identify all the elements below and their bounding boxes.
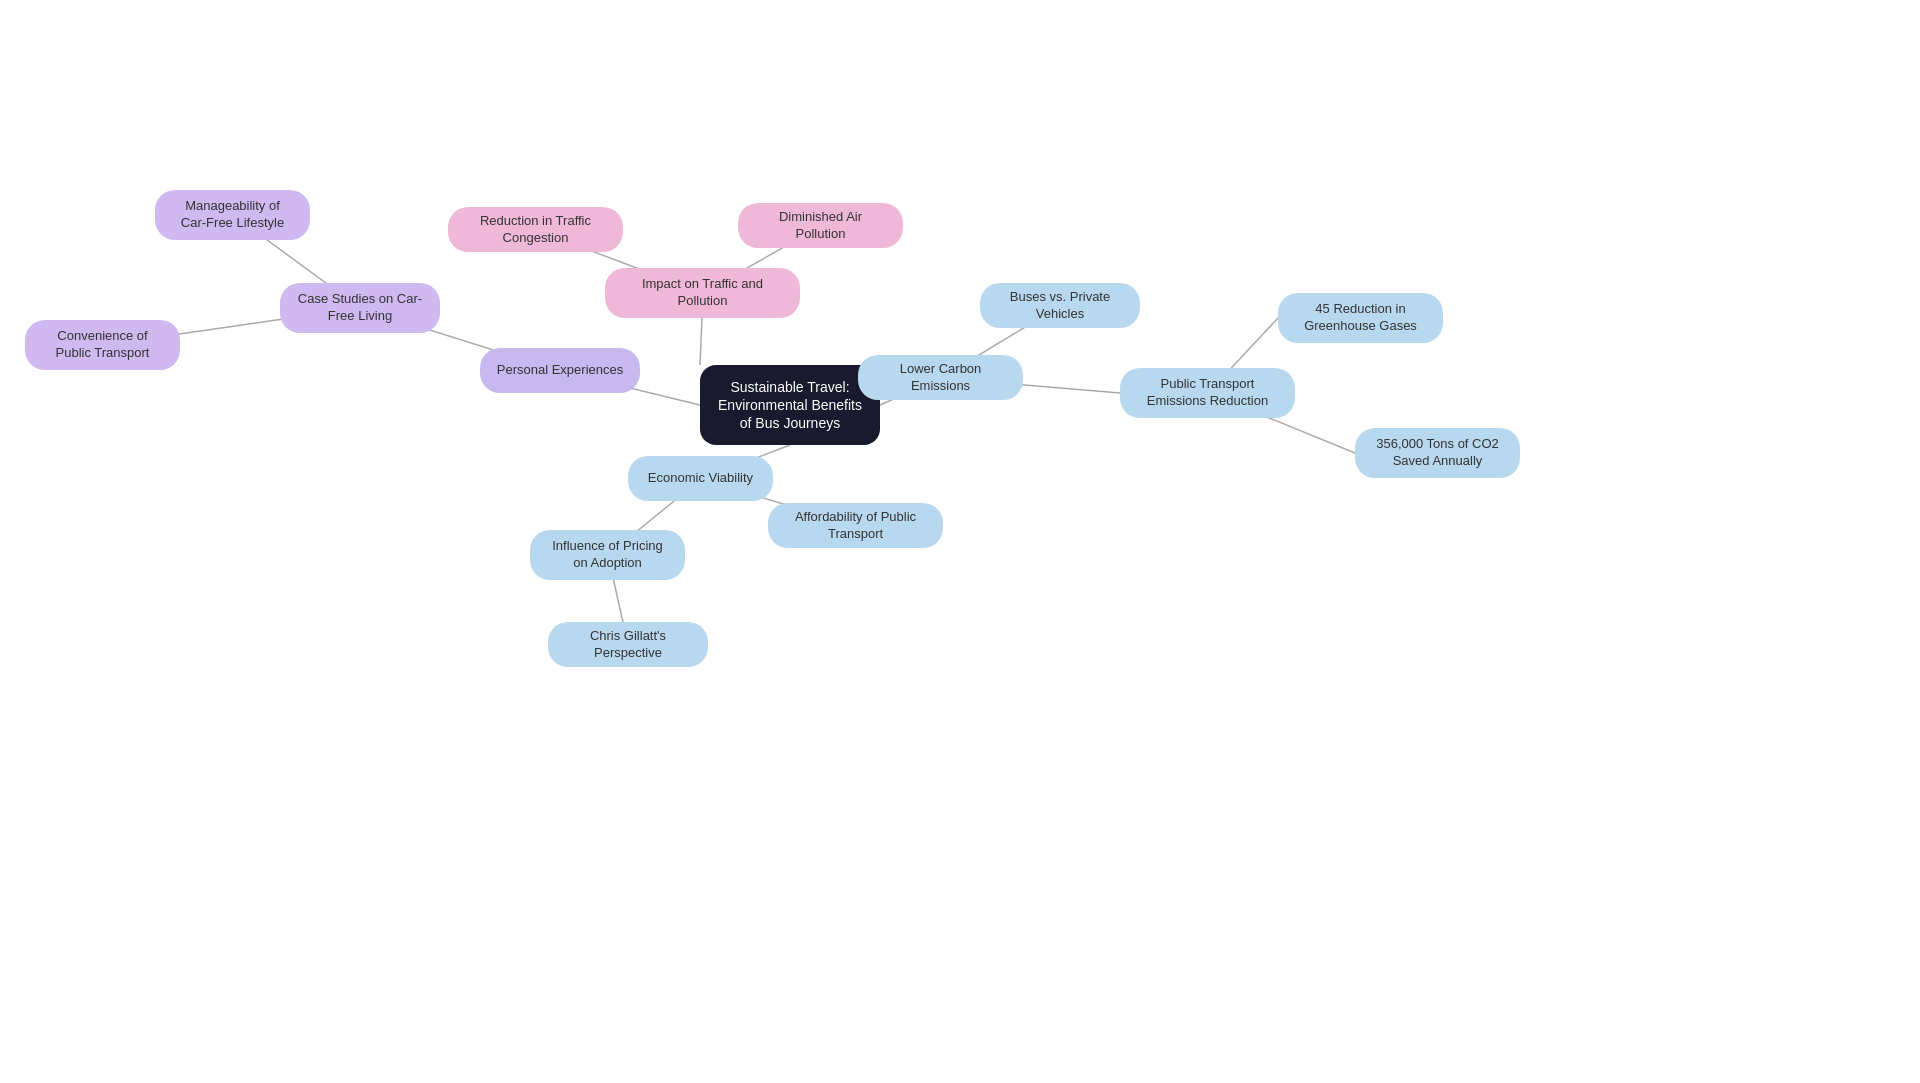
center-node[interactable]: Sustainable Travel: Environmental Benefi… [700,365,880,445]
mindmap: Sustainable Travel: Environmental Benefi… [0,0,1920,1083]
node-co2-saved[interactable]: 356,000 Tons of CO2 Saved Annually [1355,428,1520,478]
node-economic-viability[interactable]: Economic Viability [628,456,773,501]
node-affordability[interactable]: Affordability of Public Transport [768,503,943,548]
node-transport-emissions[interactable]: Public Transport Emissions Reduction [1120,368,1295,418]
node-case-studies[interactable]: Case Studies on Car-Free Living [280,283,440,333]
node-manageability[interactable]: Manageability of Car-Free Lifestyle [155,190,310,240]
node-convenience[interactable]: Convenience of Public Transport [25,320,180,370]
node-traffic-congestion[interactable]: Reduction in Traffic Congestion [448,207,623,252]
node-chris-gillatt[interactable]: Chris Gillatt's Perspective [548,622,708,667]
node-pricing-adoption[interactable]: Influence of Pricing on Adoption [530,530,685,580]
node-personal-experiences[interactable]: Personal Experiences [480,348,640,393]
node-buses-private[interactable]: Buses vs. Private Vehicles [980,283,1140,328]
node-air-pollution[interactable]: Diminished Air Pollution [738,203,903,248]
connections-svg [0,0,1920,1083]
node-lower-carbon[interactable]: Lower Carbon Emissions [858,355,1023,400]
node-greenhouse[interactable]: 45 Reduction in Greenhouse Gases [1278,293,1443,343]
node-traffic-pollution[interactable]: Impact on Traffic and Pollution [605,268,800,318]
